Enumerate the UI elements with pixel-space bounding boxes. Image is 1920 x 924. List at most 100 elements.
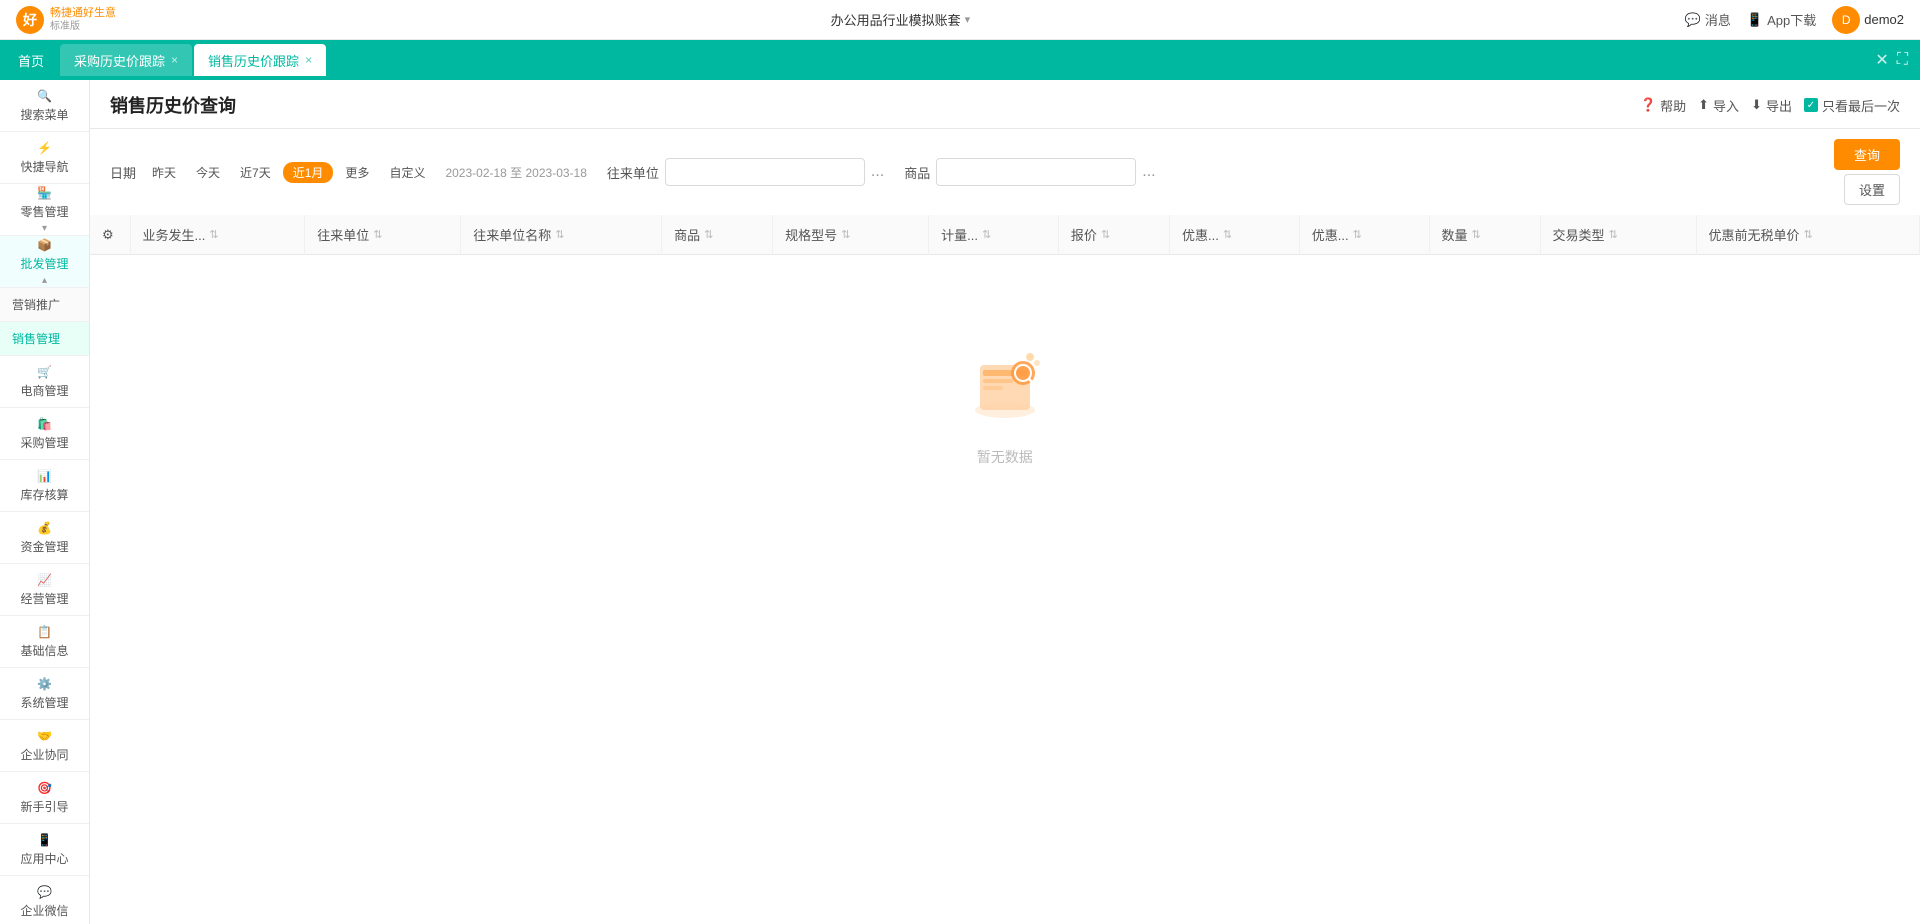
tab-sales-label: 销售历史价跟踪 — [208, 51, 299, 70]
th-unit[interactable]: 计量... ⇅ — [929, 215, 1059, 255]
sidebar-item-system[interactable]: ⚙️ 系统管理 — [0, 668, 89, 720]
sort-icon-partner-name: ⇅ — [555, 228, 564, 241]
tab-purchase-close-icon[interactable]: × — [171, 53, 178, 67]
tab-sales-close-icon[interactable]: × — [305, 53, 312, 67]
sort-icon-discount1: ⇅ — [1223, 228, 1232, 241]
query-button[interactable]: 查询 — [1834, 139, 1900, 170]
finance-icon: 💰 — [37, 521, 52, 535]
sidebar-item-operations[interactable]: 📈 经营管理 — [0, 564, 89, 616]
sidebar-item-basic-info[interactable]: 📋 基础信息 — [0, 616, 89, 668]
tab-home[interactable]: 首页 — [4, 44, 58, 76]
th-pre-tax-price[interactable]: 优惠前无税单价 ⇅ — [1696, 215, 1919, 255]
th-gear[interactable]: ⚙ — [90, 215, 130, 255]
sidebar-item-ecommerce[interactable]: 🛒 电商管理 — [0, 356, 89, 408]
inventory-icon: 📊 — [37, 469, 52, 483]
sidebar-item-search-menu[interactable]: 🔍 搜索菜单 — [0, 80, 89, 132]
th-partner-name[interactable]: 往来单位名称 ⇅ — [461, 215, 662, 255]
tab-sales-history[interactable]: 销售历史价跟踪 × — [194, 44, 326, 76]
sidebar-item-retail-mgmt[interactable]: 🏪 零售管理 ▾ — [0, 184, 89, 236]
message-label: 消息 — [1705, 10, 1731, 29]
partner-input[interactable] — [665, 158, 865, 186]
filter-bar: 日期 昨天 今天 近7天 近1月 更多 自定义 2023-02-18 至 202… — [90, 129, 1920, 215]
th-quantity[interactable]: 数量 ⇅ — [1429, 215, 1540, 255]
sidebar-label-enterprise-wechat: 企业微信 — [20, 902, 68, 919]
sidebar: 🔍 搜索菜单 ⚡ 快捷导航 🏪 零售管理 ▾ 📦 批发管理 ▴ 营销推广 销售管… — [0, 80, 90, 924]
workspace-selector[interactable]: 办公用品行业模拟账套 ▾ — [831, 10, 971, 29]
date-btn-last7[interactable]: 近7天 — [232, 162, 279, 183]
export-button[interactable]: ⬇ 导出 — [1751, 96, 1792, 115]
settings-button[interactable]: 设置 — [1844, 174, 1900, 205]
date-btn-yesterday[interactable]: 昨天 — [144, 162, 184, 183]
logo-text: 畅捷通好生意 标准版 — [50, 6, 116, 33]
product-dots[interactable]: ... — [1142, 163, 1155, 181]
sidebar-label-sales-mgmt: 销售管理 — [12, 332, 60, 346]
close-tab-icon[interactable]: ✕ — [1875, 50, 1888, 70]
tab-purchase-history[interactable]: 采购历史价跟踪 × — [60, 44, 192, 76]
export-label: 导出 — [1766, 96, 1792, 115]
th-trade-type[interactable]: 交易类型 ⇅ — [1540, 215, 1696, 255]
purchase-icon: 🛍️ — [37, 417, 52, 431]
th-biz-date[interactable]: 业务发生... ⇅ — [130, 215, 305, 255]
sidebar-item-wholesale-mgmt[interactable]: 📦 批发管理 ▴ — [0, 236, 89, 288]
sort-icon-product: ⇅ — [704, 228, 713, 241]
quick-nav-icon: ⚡ — [37, 141, 52, 155]
only-last-checkbox-row[interactable]: ✓ 只看最后一次 — [1804, 96, 1900, 115]
date-filter-label: 日期 — [110, 163, 136, 182]
sidebar-item-quick-nav[interactable]: ⚡ 快捷导航 — [0, 132, 89, 184]
date-btn-last1m[interactable]: 近1月 — [283, 162, 334, 183]
enterprise-coop-icon: 🤝 — [37, 729, 52, 743]
th-discount2[interactable]: 优惠... ⇅ — [1299, 215, 1429, 255]
user-profile[interactable]: D demo2 — [1832, 6, 1904, 34]
message-icon: 💬 — [1685, 12, 1701, 28]
ecommerce-icon: 🛒 — [37, 365, 52, 379]
date-btn-more[interactable]: 更多 — [337, 162, 377, 183]
logo-area: 好 畅捷通好生意 标准版 — [16, 6, 116, 34]
empty-text: 暂无数据 — [977, 447, 1033, 467]
sidebar-label-finance: 资金管理 — [20, 538, 68, 555]
sidebar-item-inventory[interactable]: 📊 库存核算 — [0, 460, 89, 512]
sort-icon-partner-code: ⇅ — [373, 228, 382, 241]
sidebar-item-enterprise-wechat[interactable]: 💬 企业微信 — [0, 876, 89, 924]
sort-icon-biz-date: ⇅ — [209, 228, 218, 241]
content-area: 销售历史价查询 ❓ 帮助 ⬆ 导入 ⬇ 导出 ✓ — [90, 80, 1920, 924]
search-menu-icon: 🔍 — [37, 89, 52, 103]
th-spec[interactable]: 规格型号 ⇅ — [773, 215, 929, 255]
sidebar-sub-sales-mgmt[interactable]: 销售管理 — [0, 322, 89, 356]
user-name: demo2 — [1864, 12, 1904, 27]
sidebar-label-operations: 经营管理 — [20, 590, 68, 607]
sidebar-item-purchase[interactable]: 🛍️ 采购管理 — [0, 408, 89, 460]
sidebar-sub-marketing[interactable]: 营销推广 — [0, 288, 89, 322]
table-body: 暂无数据 — [90, 255, 1920, 548]
partner-dots[interactable]: ... — [871, 163, 884, 181]
th-discount1[interactable]: 优惠... ⇅ — [1169, 215, 1299, 255]
sidebar-item-finance[interactable]: 💰 资金管理 — [0, 512, 89, 564]
app-download-button[interactable]: 📱 App下载 — [1747, 10, 1816, 29]
date-filter-group: 日期 昨天 今天 近7天 近1月 更多 自定义 2023-02-18 至 202… — [110, 162, 587, 183]
maximize-icon[interactable]: ⛶ — [1897, 51, 1908, 69]
product-input[interactable] — [936, 158, 1136, 186]
date-btn-custom[interactable]: 自定义 — [381, 162, 433, 183]
sort-icon-discount2: ⇅ — [1353, 228, 1362, 241]
message-button[interactable]: 💬 消息 — [1685, 10, 1731, 29]
product-label: 商品 — [904, 163, 930, 182]
import-icon: ⬆ — [1698, 97, 1709, 113]
retail-arrow-icon: ▾ — [42, 223, 47, 234]
import-button[interactable]: ⬆ 导入 — [1698, 96, 1739, 115]
help-icon: ❓ — [1640, 97, 1656, 113]
th-quote[interactable]: 报价 ⇅ — [1058, 215, 1169, 255]
th-partner-code[interactable]: 往来单位 ⇅ — [305, 215, 461, 255]
help-button[interactable]: ❓ 帮助 — [1640, 96, 1686, 115]
sidebar-item-enterprise-coop[interactable]: 🤝 企业协同 — [0, 720, 89, 772]
tab-bar-actions: ✕ ⛶ — [1875, 50, 1916, 70]
app-center-icon: 📱 — [37, 833, 52, 847]
th-product[interactable]: 商品 ⇅ — [662, 215, 773, 255]
sidebar-item-guide[interactable]: 🎯 新手引导 — [0, 772, 89, 824]
filter-action-btns: 查询 设置 — [1834, 139, 1900, 205]
sidebar-label-retail: 零售管理 — [20, 203, 68, 220]
sidebar-item-app-center[interactable]: 📱 应用中心 — [0, 824, 89, 876]
only-last-checkbox[interactable]: ✓ — [1804, 98, 1818, 112]
product-filter-group: 商品 ... — [904, 158, 1155, 186]
wholesale-icon: 📦 — [37, 238, 52, 252]
sort-icon-unit: ⇅ — [982, 228, 991, 241]
date-btn-today[interactable]: 今天 — [188, 162, 228, 183]
